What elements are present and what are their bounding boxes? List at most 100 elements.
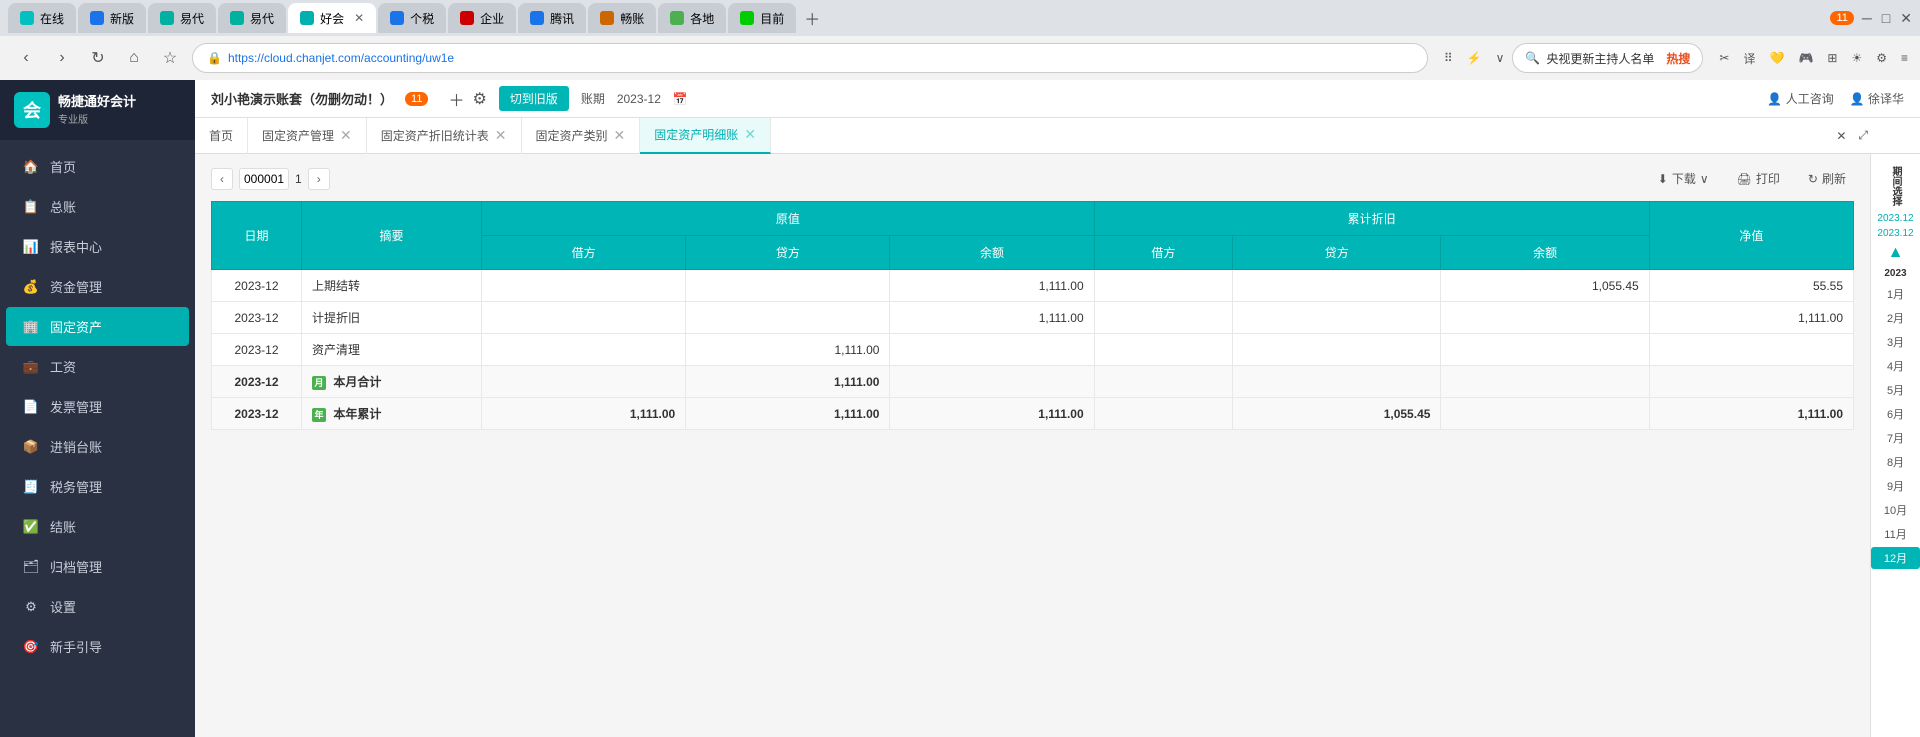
settings-btn[interactable]: ⚙: [472, 89, 486, 109]
sidebar-item-tax[interactable]: 🧾 税务管理: [6, 467, 189, 506]
ai-consult-btn[interactable]: 👤 人工咨询: [1767, 90, 1833, 107]
period-month-12[interactable]: 12月: [1871, 547, 1920, 569]
maximize-icon[interactable]: □: [1882, 10, 1890, 27]
period-month-4[interactable]: 4月: [1871, 355, 1920, 377]
sidebar-item-settings[interactable]: ⚙ 设置: [6, 587, 189, 626]
sidebar-item-reports[interactable]: 📊 报表中心: [6, 227, 189, 266]
scissors-icon[interactable]: ✂: [1719, 51, 1729, 65]
period-month-7[interactable]: 7月: [1871, 427, 1920, 449]
tab-yidai1[interactable]: 易代: [148, 3, 216, 33]
period-month-8[interactable]: 8月: [1871, 451, 1920, 473]
print-btn[interactable]: 🖨 打印: [1729, 166, 1788, 191]
period-month-6[interactable]: 6月: [1871, 403, 1920, 425]
tab-close-depreciation[interactable]: ✕: [495, 127, 507, 144]
main-panel: ‹ 1 › ⬇ 下载 ∨ 🖨 打印: [195, 154, 1870, 737]
tab-depreciation-stats[interactable]: 固定资产折旧统计表 ✕: [367, 118, 522, 154]
tab-assets-detail[interactable]: 固定资产明细账 ✕: [640, 118, 771, 154]
period-month-11[interactable]: 11月: [1871, 523, 1920, 545]
sidebar-item-homepage[interactable]: 🏠 首页: [6, 147, 189, 186]
period-month-3[interactable]: 3月: [1871, 331, 1920, 353]
search-box[interactable]: 🔍 央视更新主持人名单 热搜: [1512, 43, 1703, 73]
period-month-2[interactable]: 2月: [1871, 307, 1920, 329]
game-icon[interactable]: 🎮: [1798, 51, 1813, 65]
sidebar-item-payroll[interactable]: 💼 工资: [6, 347, 189, 386]
tab-close-haohui[interactable]: ✕: [354, 11, 364, 25]
scroll-up-btn[interactable]: ▲: [1871, 244, 1920, 262]
row2-acc-credit: [1233, 302, 1441, 334]
sidebar-item-invoice[interactable]: 📄 发票管理: [6, 387, 189, 426]
row3-summary: 资产清理: [302, 334, 482, 366]
minimize-icon[interactable]: ─: [1862, 10, 1872, 27]
tab-qiye[interactable]: 企业: [448, 3, 516, 33]
switch-version-btn[interactable]: 切到旧版: [499, 86, 569, 111]
tab-homepage[interactable]: 首页: [195, 118, 248, 154]
next-page-btn[interactable]: ›: [308, 168, 330, 190]
calendar-icon[interactable]: 📅: [673, 92, 688, 106]
sidebar-item-fixed-assets[interactable]: 🏢 固定资产: [6, 307, 189, 346]
tab-close-window[interactable]: ✕: [1832, 125, 1850, 147]
tab-assets-category[interactable]: 固定资产类别 ✕: [522, 118, 641, 154]
forward-btn[interactable]: ›: [48, 44, 76, 72]
dropdown-chevron: ∨: [1700, 172, 1709, 186]
tab-chang[interactable]: 畅账: [588, 3, 656, 33]
tab-muqian[interactable]: 目前: [728, 3, 796, 33]
lightning-icon[interactable]: ⚡: [1467, 51, 1482, 65]
settings-icon[interactable]: ⚙: [1876, 51, 1887, 65]
col-acc-debit: 借方: [1094, 236, 1232, 270]
sidebar-item-purchase-sales[interactable]: 📦 进销台账: [6, 427, 189, 466]
tab-haohui[interactable]: 好会 ✕: [288, 3, 376, 33]
row2-acc-debit: [1094, 302, 1232, 334]
bookmark-btn[interactable]: ☆: [156, 44, 184, 72]
table-row: 2023-12 年 本年累计 1,111.00 1,111.00 1,111.0…: [212, 398, 1854, 430]
row5-acc-balance: [1441, 398, 1649, 430]
tab-gedi[interactable]: 各地: [658, 3, 726, 33]
wallet-icon[interactable]: 💛: [1769, 51, 1784, 65]
period-month-10[interactable]: 10月: [1871, 499, 1920, 521]
row1-acc-debit: [1094, 270, 1232, 302]
home-btn[interactable]: ⌂: [120, 44, 148, 72]
tab-fixed-assets-mgmt[interactable]: 固定资产管理 ✕: [248, 118, 367, 154]
add-account-btn[interactable]: ＋: [448, 87, 464, 111]
layout-icon[interactable]: ⊞: [1827, 51, 1837, 65]
tab-controls: ✕ ⤢: [1832, 124, 1880, 147]
sidebar-item-archive[interactable]: 🗂 归档管理: [6, 547, 189, 586]
download-btn[interactable]: ⬇ 下载 ∨: [1650, 166, 1717, 191]
prev-page-btn[interactable]: ‹: [211, 168, 233, 190]
col-net-value: 净值: [1649, 202, 1853, 270]
translate-icon[interactable]: 译: [1743, 50, 1755, 67]
period-month-1[interactable]: 1月: [1871, 283, 1920, 305]
tab-xinban[interactable]: 新版: [78, 3, 146, 33]
period-month-5[interactable]: 5月: [1871, 379, 1920, 401]
row3-acc-balance: [1441, 334, 1649, 366]
tab-close-detail[interactable]: ✕: [744, 126, 756, 143]
tab-geshui[interactable]: 个税: [378, 3, 446, 33]
back-btn[interactable]: ‹: [12, 44, 40, 72]
tab-add[interactable]: ＋: [798, 4, 826, 32]
tab-tengxun[interactable]: 腾讯: [518, 3, 586, 33]
period-label: 账期: [581, 90, 605, 107]
tab-close-assets-mgmt[interactable]: ✕: [340, 127, 352, 144]
period-month-9[interactable]: 9月: [1871, 475, 1920, 497]
window-controls[interactable]: ─ □ ✕: [1862, 10, 1912, 27]
tab-zaixian[interactable]: 在线: [8, 3, 76, 33]
tab-close-category[interactable]: ✕: [614, 127, 626, 144]
address-input[interactable]: 🔒 https://cloud.chanjet.com/accounting/u…: [192, 43, 1428, 73]
refresh-btn[interactable]: ↻ 刷新: [1800, 166, 1854, 191]
top-right: 👤 人工咨询 👤 徐译华: [1767, 90, 1904, 107]
sidebar-item-tutorial[interactable]: 🎯 新手引导: [6, 627, 189, 666]
theme-icon[interactable]: ☀: [1851, 51, 1862, 65]
sidebar-item-general-ledger[interactable]: 📋 总账: [6, 187, 189, 226]
close-icon[interactable]: ✕: [1900, 10, 1912, 27]
tab-maximize[interactable]: ⤢: [1854, 124, 1872, 147]
page-number-input[interactable]: [239, 168, 289, 190]
dropdown-arrow[interactable]: ∨: [1496, 51, 1505, 65]
grid-icon[interactable]: ⠿: [1444, 51, 1453, 65]
menu-icon[interactable]: ≡: [1901, 51, 1908, 65]
right-panel: 期间选择 2023.12 2023.12 ▲ 2023 1月 2月 3月 4月 …: [1870, 154, 1920, 737]
assets-icon: 🏢: [22, 318, 40, 336]
sidebar-item-close-period[interactable]: ✅ 结账: [6, 507, 189, 546]
reload-btn[interactable]: ↻: [84, 44, 112, 72]
tab-yidai2[interactable]: 易代: [218, 3, 286, 33]
sidebar-item-funds[interactable]: 💰 资金管理: [6, 267, 189, 306]
user-avatar[interactable]: 👤 徐译华: [1850, 90, 1904, 107]
